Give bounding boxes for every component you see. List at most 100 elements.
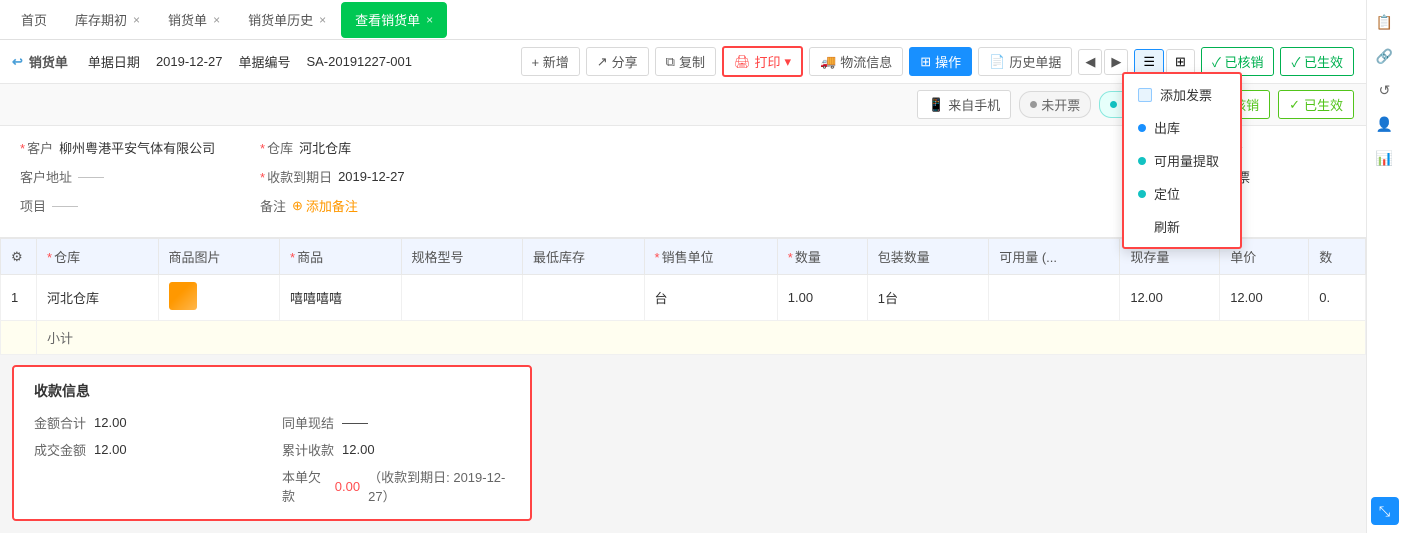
doc-number-value: SA-20191227-001 xyxy=(306,54,412,69)
logistics-button[interactable]: 🚚 物流信息 xyxy=(809,47,903,76)
sidebar-chart-icon[interactable]: 📊 xyxy=(1371,144,1399,172)
row-num: 0. xyxy=(1309,275,1366,321)
doc-date-label: 单据日期 xyxy=(88,52,140,71)
customer-field: 客户 柳州粤港平安气体有限公司 xyxy=(20,138,220,157)
dropdown-refresh[interactable]: 刷新 xyxy=(1124,210,1240,243)
total-row: 金额合计 12.00 xyxy=(34,413,262,432)
from-phone-button[interactable]: 📱 来自手机 xyxy=(917,90,1011,119)
col-qty: 数量 xyxy=(777,239,867,275)
dropdown-locate[interactable]: 定位 xyxy=(1124,177,1240,210)
next-arrow[interactable]: ▶ xyxy=(1104,49,1128,75)
tab-home[interactable]: 首页 xyxy=(8,2,60,38)
dropdown-add-invoice[interactable]: 添加发票 xyxy=(1124,78,1240,111)
grid-view-button[interactable]: ⊞ xyxy=(1166,49,1195,75)
copy-button[interactable]: ⧉ 复制 xyxy=(655,47,716,76)
same-bill-label: 同单现结 xyxy=(282,413,334,432)
add-invoice-label: 添加发票 xyxy=(1160,85,1212,104)
tab-sales-history[interactable]: 销货单历史 × xyxy=(235,2,339,38)
dropdown-avail-extract[interactable]: 可用量提取 xyxy=(1124,144,1240,177)
share-button[interactable]: ↗ 分享 xyxy=(586,47,649,76)
check-icon-cancel: ✓ xyxy=(1212,55,1221,70)
effect-badge-icon: ✓ xyxy=(1289,97,1300,113)
print-icon: 🖨 xyxy=(734,54,751,70)
effect-status-button[interactable]: ✓ 已生效 xyxy=(1280,47,1354,76)
subtotal-cell: 小计 xyxy=(37,321,1366,355)
sidebar-undo-icon[interactable]: ↺ xyxy=(1371,76,1399,104)
prev-arrow[interactable]: ◀ xyxy=(1078,49,1102,75)
from-phone-label: 来自手机 xyxy=(948,95,1000,114)
sidebar-copy-icon[interactable]: 📋 xyxy=(1371,8,1399,36)
row-price: 12.00 xyxy=(1220,275,1309,321)
copy-icon: ⧉ xyxy=(666,54,675,70)
tab-inventory[interactable]: 库存期初 × xyxy=(62,2,153,38)
due-date-value: 2019-12-27 xyxy=(338,169,418,184)
view-toggle: ☰ ⊞ xyxy=(1134,49,1195,75)
tab-inventory-label: 库存期初 xyxy=(75,10,127,29)
right-sidebar: 📋 🔗 ↺ 👤 📊 ⤡ xyxy=(1366,0,1402,533)
check-icon-effect: ✓ xyxy=(1291,55,1300,70)
note-label: 备注 xyxy=(260,196,286,215)
outbound-dot xyxy=(1138,124,1146,132)
row-index: 1 xyxy=(1,275,37,321)
col-pack-qty: 包装数量 xyxy=(867,239,989,275)
tab-inventory-close[interactable]: × xyxy=(133,13,140,27)
sidebar-user-icon[interactable]: 👤 xyxy=(1371,110,1399,138)
refresh-dot xyxy=(1138,223,1146,231)
new-button[interactable]: + 新增 xyxy=(521,47,580,76)
row-current: 12.00 xyxy=(1120,275,1220,321)
tab-view-sales-close[interactable]: × xyxy=(426,13,433,27)
row-avail xyxy=(989,275,1120,321)
col-num: 数 xyxy=(1309,239,1366,275)
not-open-badge[interactable]: 未开票 xyxy=(1019,91,1091,118)
tab-sales-close[interactable]: × xyxy=(213,13,220,27)
doc-number-label: 单据编号 xyxy=(238,52,290,71)
outstanding-spacer xyxy=(34,467,262,505)
total-value: 12.00 xyxy=(94,415,127,430)
row-min-stock xyxy=(523,275,645,321)
tab-sales-history-close[interactable]: × xyxy=(319,13,326,27)
project-label: 项目 xyxy=(20,196,46,215)
warehouse-field: 仓库 河北仓库 xyxy=(260,138,460,157)
same-bill-row: 同单现结 —— xyxy=(282,413,510,432)
tab-home-label: 首页 xyxy=(21,10,47,29)
same-bill-value: —— xyxy=(342,415,368,430)
row-qty: 1.00 xyxy=(777,275,867,321)
ops-icon: ⊞ xyxy=(920,54,931,70)
print-button[interactable]: 🖨 打印 ▾ xyxy=(722,46,803,77)
row-warehouse: 河北仓库 xyxy=(37,275,159,321)
col-gear: ⚙ xyxy=(1,239,37,275)
doc-title: ↩ 销货单 xyxy=(12,52,68,71)
ops-button[interactable]: ⊞ 操作 xyxy=(909,47,972,76)
list-view-button[interactable]: ☰ xyxy=(1134,49,1164,75)
outstanding-value: 0.00 xyxy=(335,479,360,494)
cumulative-label: 累计收款 xyxy=(282,440,334,459)
sidebar-expand-icon[interactable]: ⤡ xyxy=(1371,497,1399,525)
cumulative-row: 累计收款 12.00 xyxy=(282,440,510,459)
address-field: 客户地址 —— xyxy=(20,167,220,186)
print-dropdown-icon: ▾ xyxy=(785,54,792,70)
address-label: 客户地址 xyxy=(20,167,72,186)
dropdown-outbound[interactable]: 出库 xyxy=(1124,111,1240,144)
doc-type-label: 销货单 xyxy=(29,52,68,71)
sidebar-link-icon[interactable]: 🔗 xyxy=(1371,42,1399,70)
address-value: —— xyxy=(78,169,158,184)
cancel-label: 已核销 xyxy=(1224,55,1263,70)
effect-badge-btn[interactable]: ✓ 已生效 xyxy=(1278,90,1354,119)
not-open-label: 未开票 xyxy=(1041,95,1080,114)
row-product: 嘻嘻嘻嘻 xyxy=(280,275,402,321)
row-spec xyxy=(401,275,523,321)
sales-table: ⚙ 仓库 商品图片 商品 规格型号 最低库存 销售单位 数量 包装数量 可用量 … xyxy=(0,238,1366,355)
add-note-button[interactable]: ⊕ 添加备注 xyxy=(292,196,358,215)
logistics-label: 物流信息 xyxy=(840,52,892,71)
customer-label: 客户 xyxy=(20,138,53,157)
add-icon: ⊕ xyxy=(292,198,303,214)
subtotal-label xyxy=(1,321,37,355)
summary-title: 收款信息 xyxy=(34,381,510,401)
tab-sales[interactable]: 销货单 × xyxy=(155,2,233,38)
tab-sales-history-label: 销货单历史 xyxy=(248,10,313,29)
row-img xyxy=(158,275,280,321)
tab-view-sales[interactable]: 查看销货单 × xyxy=(341,2,447,38)
history-button[interactable]: 📄 历史单据 xyxy=(978,47,1072,76)
note-field: 备注 ⊕ 添加备注 xyxy=(260,196,460,215)
col-avail: 可用量 (... xyxy=(989,239,1120,275)
